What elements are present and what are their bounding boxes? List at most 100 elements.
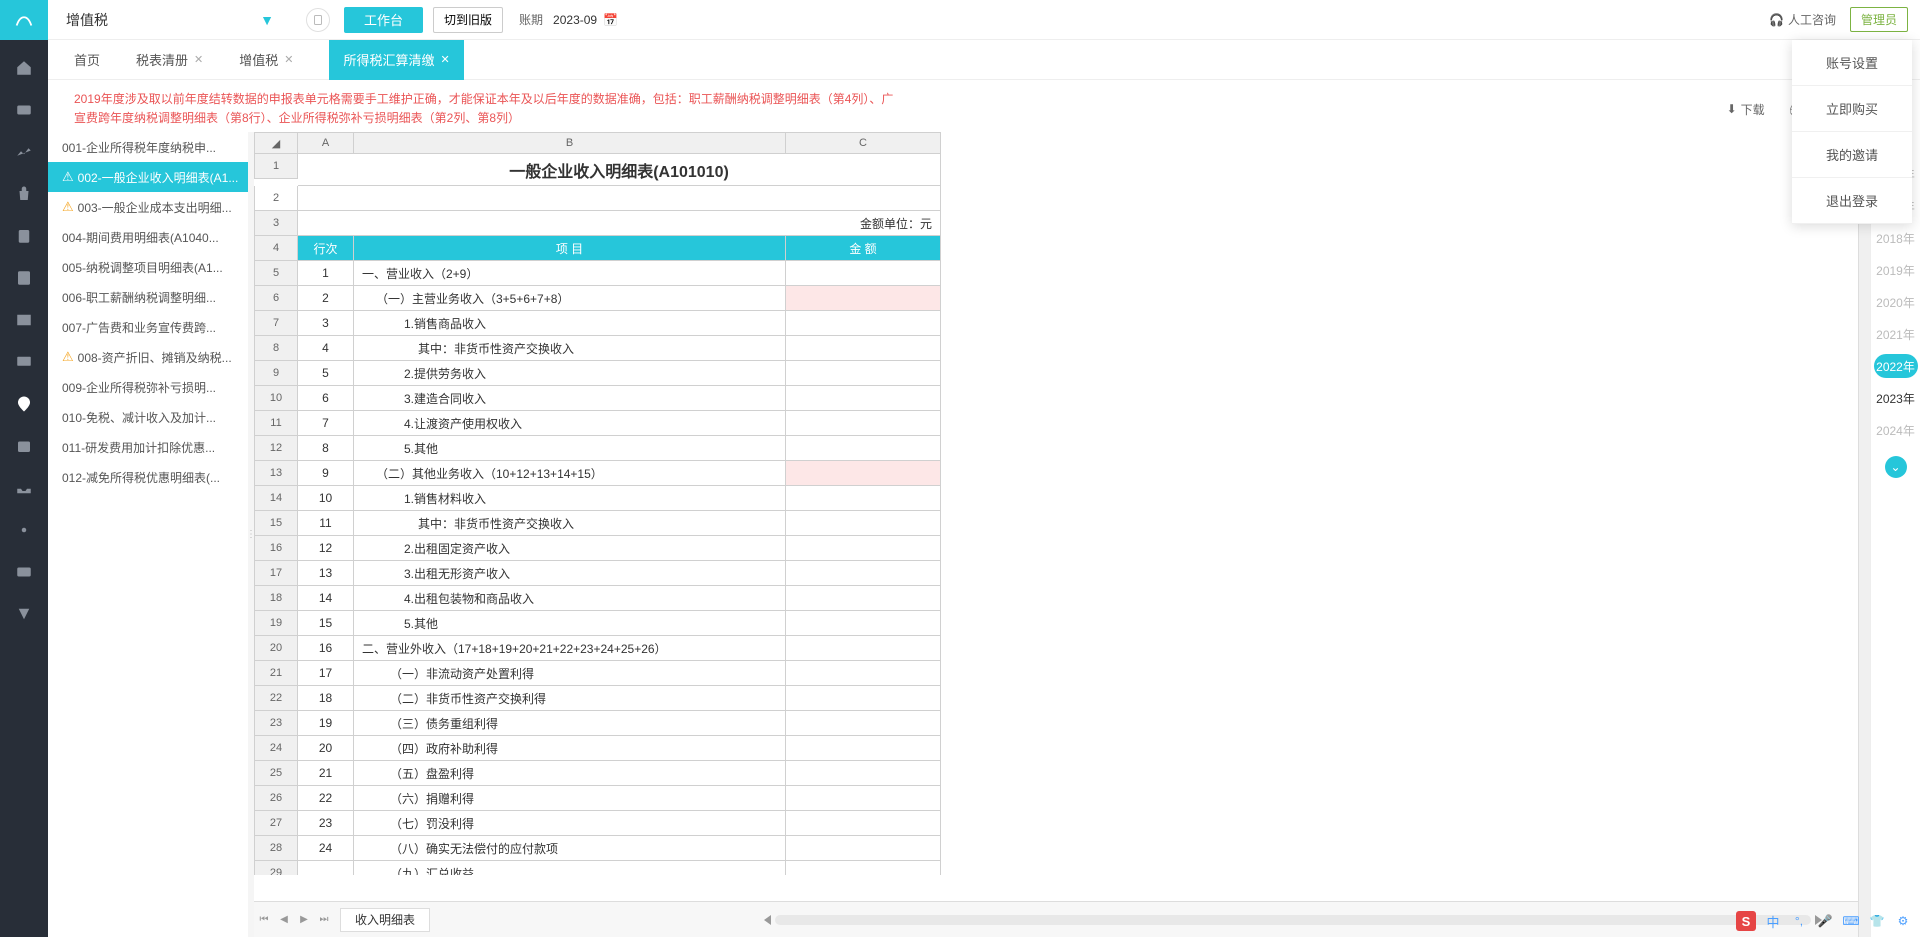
tree-item[interactable]: 009-企业所得税弥补亏损明... bbox=[48, 372, 248, 402]
ime-punct-icon[interactable]: °, bbox=[1790, 912, 1808, 930]
sheet-nav-first[interactable]: ⏮ bbox=[254, 910, 274, 930]
sheet-nav-prev[interactable]: ◀ bbox=[274, 910, 294, 930]
line-cell[interactable]: 23 bbox=[298, 811, 354, 836]
amount-cell[interactable] bbox=[786, 461, 941, 486]
amount-cell[interactable] bbox=[786, 561, 941, 586]
line-cell[interactable]: 10 bbox=[298, 486, 354, 511]
amount-cell[interactable] bbox=[786, 686, 941, 711]
item-cell[interactable]: 5.其他 bbox=[354, 436, 786, 461]
row-number[interactable]: 17 bbox=[254, 561, 298, 586]
row-number[interactable]: 8 bbox=[254, 336, 298, 361]
sheet-nav-next[interactable]: ▶ bbox=[294, 910, 314, 930]
horizontal-scrollbar[interactable] bbox=[764, 913, 1822, 927]
row-number[interactable]: 25 bbox=[254, 761, 298, 786]
close-icon[interactable]: ✕ bbox=[441, 53, 450, 66]
year-item[interactable]: 2021年 bbox=[1874, 322, 1918, 346]
item-cell[interactable]: （一）主营业务收入（3+5+6+7+8） bbox=[354, 286, 786, 311]
row-number[interactable]: 12 bbox=[254, 436, 298, 461]
item-cell[interactable]: 2.提供劳务收入 bbox=[354, 361, 786, 386]
nav-inbox-icon[interactable] bbox=[14, 478, 34, 498]
line-cell[interactable]: 16 bbox=[298, 636, 354, 661]
tree-item[interactable]: ⚠008-资产折旧、摊销及纳税... bbox=[48, 342, 248, 372]
period-value[interactable]: 2023-09 bbox=[553, 13, 597, 27]
item-cell[interactable]: （五）盘盈利得 bbox=[354, 761, 786, 786]
nav-calc-icon[interactable] bbox=[14, 268, 34, 288]
tab-tax-list[interactable]: 税表清册✕ bbox=[136, 40, 203, 80]
ime-skin-icon[interactable]: 👕 bbox=[1868, 912, 1886, 930]
item-cell[interactable]: 4.让渡资产使用权收入 bbox=[354, 411, 786, 436]
doc-icon-button[interactable] bbox=[306, 8, 330, 32]
item-cell[interactable]: （四）政府补助利得 bbox=[354, 736, 786, 761]
item-cell[interactable]: 3.建造合同收入 bbox=[354, 386, 786, 411]
line-cell[interactable]: 3 bbox=[298, 311, 354, 336]
row-number[interactable]: 27 bbox=[254, 811, 298, 836]
item-cell[interactable]: 3.出租无形资产收入 bbox=[354, 561, 786, 586]
line-cell[interactable]: 1 bbox=[298, 261, 354, 286]
item-cell[interactable]: 二、营业外收入（17+18+19+20+21+22+23+24+25+26） bbox=[354, 636, 786, 661]
year-item[interactable]: 2024年 bbox=[1874, 418, 1918, 442]
nav-screen-icon[interactable] bbox=[14, 352, 34, 372]
amount-cell[interactable] bbox=[786, 536, 941, 561]
amount-cell[interactable] bbox=[786, 786, 941, 811]
row-number[interactable]: 22 bbox=[254, 686, 298, 711]
line-cell[interactable]: 7 bbox=[298, 411, 354, 436]
amount-cell[interactable] bbox=[786, 661, 941, 686]
item-cell[interactable]: （一）非流动资产处置利得 bbox=[354, 661, 786, 686]
corner-cell[interactable]: ◢ bbox=[254, 132, 298, 154]
amount-cell[interactable] bbox=[786, 711, 941, 736]
year-more-icon[interactable]: ⌄ bbox=[1885, 456, 1907, 478]
row-number[interactable]: 16 bbox=[254, 536, 298, 561]
amount-cell[interactable] bbox=[786, 836, 941, 861]
amount-cell[interactable] bbox=[786, 861, 941, 875]
amount-cell[interactable] bbox=[786, 586, 941, 611]
tab-home[interactable]: 首页 bbox=[74, 40, 100, 80]
tree-item[interactable]: 004-期间费用明细表(A1040... bbox=[48, 222, 248, 252]
ime-mic-icon[interactable]: 🎤 bbox=[1816, 912, 1834, 930]
row-number[interactable]: 9 bbox=[254, 361, 298, 386]
row-number[interactable]: 4 bbox=[254, 236, 298, 261]
item-cell[interactable]: 其中：非货币性资产交换收入 bbox=[354, 336, 786, 361]
dropdown-account-settings[interactable]: 账号设置 bbox=[1792, 40, 1912, 86]
calendar-icon[interactable]: 📅 bbox=[603, 13, 618, 27]
dropdown-my-invites[interactable]: 我的邀请 bbox=[1792, 132, 1912, 178]
tree-item[interactable]: 010-免税、减计收入及加计... bbox=[48, 402, 248, 432]
tree-item[interactable]: ⚠003-一般企业成本支出明细... bbox=[48, 192, 248, 222]
tree-item[interactable]: 007-广告费和业务宣传费跨... bbox=[48, 312, 248, 342]
amount-cell[interactable] bbox=[786, 336, 941, 361]
year-item[interactable]: 2019年 bbox=[1874, 258, 1918, 282]
spreadsheet[interactable]: ◢ A B C 1 一般企业收入明细表(A101010) 2 3 bbox=[254, 132, 1858, 901]
ime-mode[interactable]: 中 bbox=[1764, 912, 1782, 930]
item-cell[interactable]: （二）非货币性资产交换利得 bbox=[354, 686, 786, 711]
line-cell[interactable]: 20 bbox=[298, 736, 354, 761]
item-cell[interactable]: 2.出租固定资产收入 bbox=[354, 536, 786, 561]
amount-cell[interactable] bbox=[786, 761, 941, 786]
tab-vat[interactable]: 增值税✕ bbox=[239, 40, 293, 80]
nav-chart-icon[interactable] bbox=[14, 142, 34, 162]
dropdown-buy-now[interactable]: 立即购买 bbox=[1792, 86, 1912, 132]
dropdown-logout[interactable]: 退出登录 bbox=[1792, 178, 1912, 224]
row-number[interactable]: 29 bbox=[254, 861, 298, 875]
amount-cell[interactable] bbox=[786, 636, 941, 661]
ime-logo-icon[interactable]: S bbox=[1736, 911, 1756, 931]
amount-cell[interactable] bbox=[786, 361, 941, 386]
close-icon[interactable]: ✕ bbox=[284, 53, 293, 66]
scrollbar-track[interactable] bbox=[775, 915, 1811, 925]
row-number[interactable]: 23 bbox=[254, 711, 298, 736]
module-selector[interactable]: 增值税 ▼ bbox=[48, 10, 288, 30]
nav-video-icon[interactable] bbox=[14, 562, 34, 582]
line-cell[interactable]: 24 bbox=[298, 836, 354, 861]
col-header[interactable]: B bbox=[354, 132, 786, 154]
scroll-left-icon[interactable] bbox=[764, 915, 771, 925]
row-number[interactable]: 14 bbox=[254, 486, 298, 511]
item-cell[interactable]: （三）债务重组利得 bbox=[354, 711, 786, 736]
sheet-nav-last[interactable]: ⏭ bbox=[314, 910, 334, 930]
row-number[interactable]: 1 bbox=[254, 154, 298, 179]
row-number[interactable]: 10 bbox=[254, 386, 298, 411]
nav-clipboard-icon[interactable] bbox=[14, 226, 34, 246]
amount-cell[interactable] bbox=[786, 411, 941, 436]
tree-item[interactable]: 006-职工薪酬纳税调整明细... bbox=[48, 282, 248, 312]
year-item[interactable]: 2020年 bbox=[1874, 290, 1918, 314]
item-cell[interactable]: （二）其他业务收入（10+12+13+14+15） bbox=[354, 461, 786, 486]
line-cell[interactable]: 8 bbox=[298, 436, 354, 461]
row-number[interactable]: 2 bbox=[254, 186, 298, 211]
